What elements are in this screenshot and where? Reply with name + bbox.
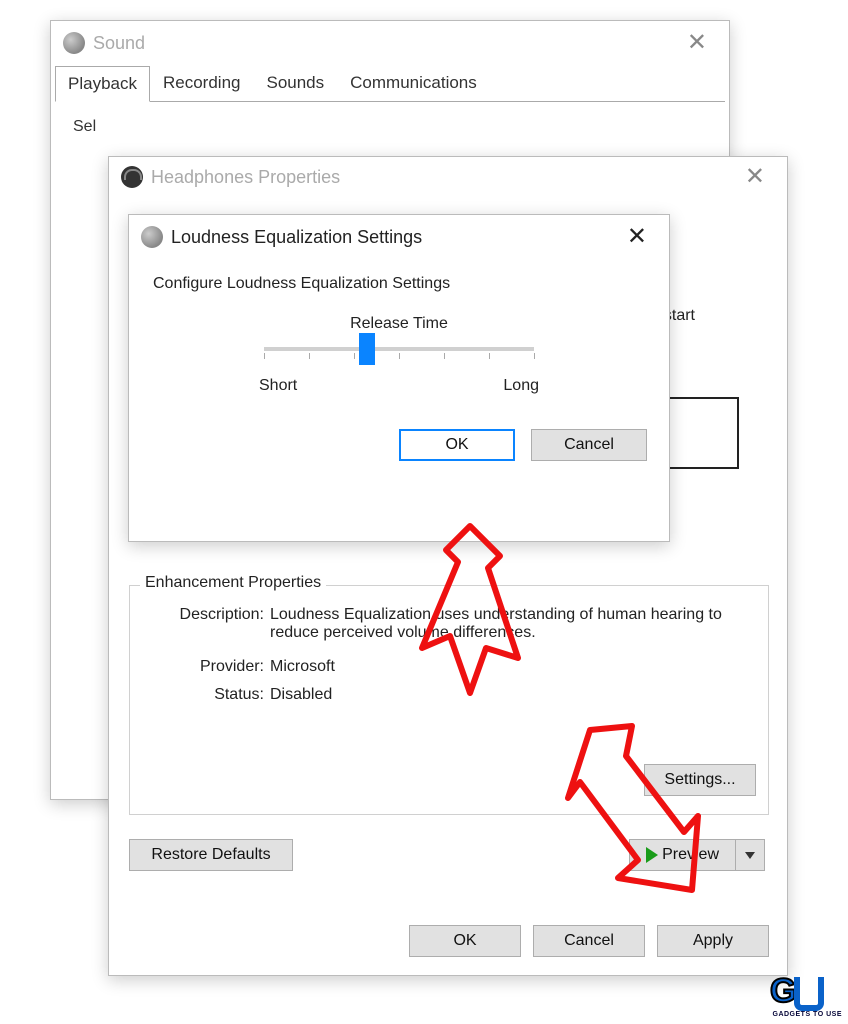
- sound-tab-body: Sel: [51, 102, 729, 152]
- provider-value: Microsoft: [270, 658, 335, 676]
- group-legend: Enhancement Properties: [140, 574, 326, 592]
- tab-playback[interactable]: Playback: [55, 66, 150, 102]
- apply-button[interactable]: Apply: [657, 925, 769, 957]
- loudness-subtitle: Configure Loudness Equalization Settings: [153, 275, 645, 293]
- sound-body-text: Sel: [73, 118, 513, 136]
- preview-label: Preview: [662, 846, 719, 864]
- settings-button[interactable]: Settings...: [644, 764, 756, 796]
- close-icon[interactable]: ✕: [617, 225, 657, 249]
- logo-g-icon: G: [770, 972, 796, 1011]
- preview-button[interactable]: Preview: [629, 839, 736, 871]
- provider-label: Provider:: [144, 658, 264, 676]
- watermark-logo: G GADGETS TO USE: [770, 972, 842, 1018]
- long-label: Long: [503, 377, 539, 395]
- loudness-title: Loudness Equalization Settings: [171, 227, 422, 248]
- tab-communications[interactable]: Communications: [337, 65, 490, 101]
- loudness-dialog-buttons: OK Cancel: [129, 411, 669, 479]
- headphones-titlebar: Headphones Properties ✕: [109, 157, 787, 197]
- short-label: Short: [259, 377, 297, 395]
- status-value: Disabled: [270, 686, 332, 704]
- release-time-slider[interactable]: Short Long: [153, 347, 645, 395]
- dialog-buttons: OK Cancel Apply: [409, 925, 769, 957]
- sound-title: Sound: [93, 33, 145, 54]
- description-label: Description:: [144, 606, 264, 642]
- release-time-label: Release Time: [153, 315, 645, 333]
- sound-titlebar: Sound ✕: [51, 21, 729, 65]
- loudness-titlebar: Loudness Equalization Settings ✕: [129, 215, 669, 259]
- speaker-icon: [141, 226, 163, 248]
- close-icon[interactable]: ✕: [735, 165, 775, 189]
- loudness-body: Configure Loudness Equalization Settings…: [129, 259, 669, 411]
- preview-dropdown-button[interactable]: [735, 839, 765, 871]
- chevron-down-icon: [745, 852, 755, 859]
- enhancement-properties-group: Enhancement Properties Description: Loud…: [129, 585, 769, 815]
- description-value: Loudness Equalization uses understanding…: [270, 606, 754, 642]
- logo-u-icon: [794, 977, 824, 1011]
- sound-tabs: Playback Recording Sounds Communications: [55, 65, 725, 102]
- headphones-icon: [121, 166, 143, 188]
- slider-track: [264, 347, 534, 351]
- status-label: Status:: [144, 686, 264, 704]
- ok-button[interactable]: OK: [399, 429, 515, 461]
- close-icon[interactable]: ✕: [677, 31, 717, 55]
- preview-split-button: Preview: [629, 839, 765, 871]
- ok-button[interactable]: OK: [409, 925, 521, 957]
- play-icon: [646, 847, 658, 863]
- loudness-equalization-dialog: Loudness Equalization Settings ✕ Configu…: [128, 214, 670, 542]
- cancel-button[interactable]: Cancel: [531, 429, 647, 461]
- cancel-button[interactable]: Cancel: [533, 925, 645, 957]
- watermark-text: GADGETS TO USE: [770, 1011, 842, 1018]
- tab-recording[interactable]: Recording: [150, 65, 254, 101]
- headphones-title: Headphones Properties: [151, 167, 340, 188]
- speaker-icon: [63, 32, 85, 54]
- tab-sounds[interactable]: Sounds: [253, 65, 337, 101]
- slider-thumb[interactable]: [359, 333, 375, 365]
- restore-defaults-button[interactable]: Restore Defaults: [129, 839, 293, 871]
